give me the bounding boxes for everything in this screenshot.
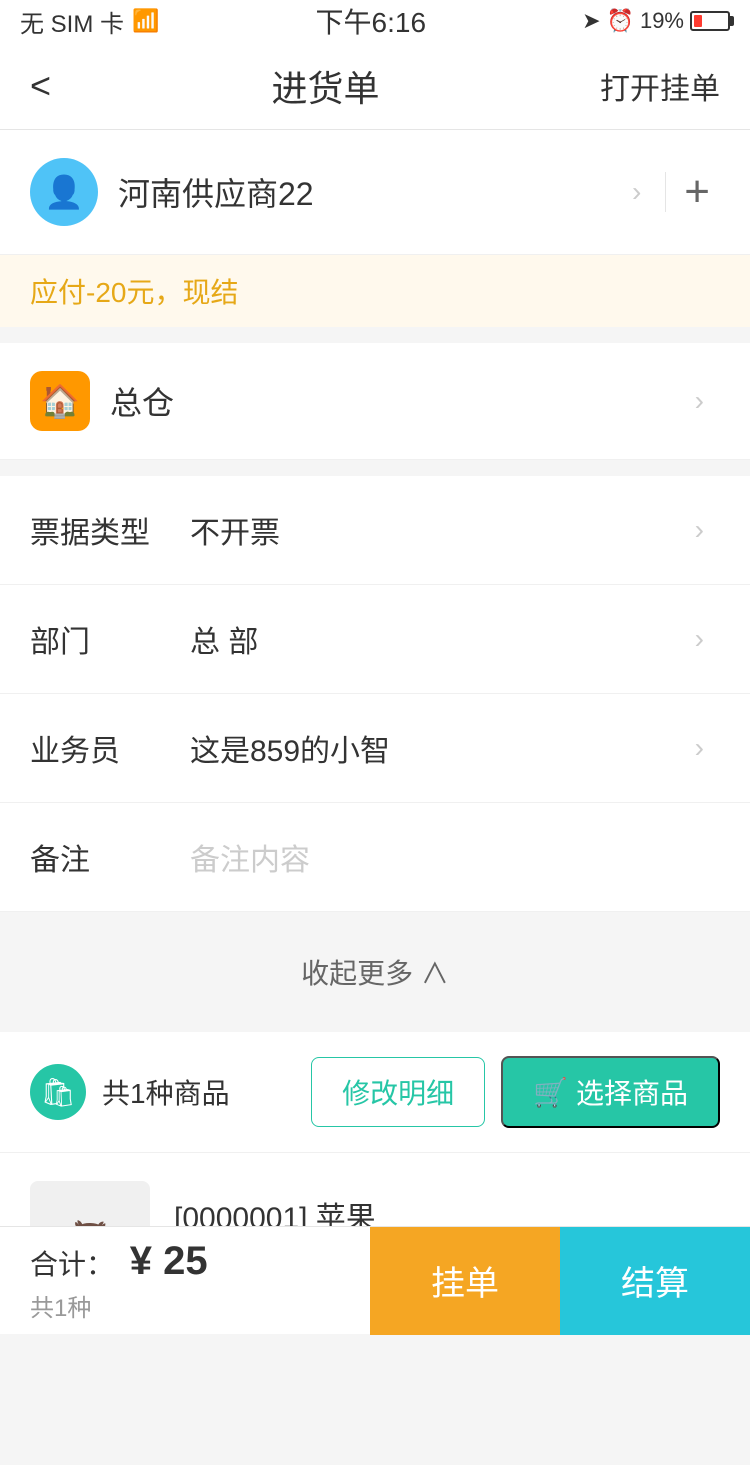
invoice-chevron-icon: › [695, 514, 704, 546]
sales-chevron-icon: › [695, 732, 704, 764]
dept-value: 总 部 [190, 617, 679, 661]
page-title: 进货单 [272, 60, 380, 112]
select-product-button[interactable]: 🛒 选择商品 [501, 1056, 720, 1128]
warehouse-name: 总仓 [110, 378, 679, 424]
product-bag-icon: 🛍 [30, 1064, 86, 1120]
edit-detail-button[interactable]: 修改明细 [311, 1057, 485, 1127]
invoice-label: 票据类型 [30, 508, 190, 552]
supplier-name: 河南供应商22 [118, 169, 616, 215]
total-count: 共1种 [30, 1288, 340, 1323]
form-section: 票据类型 不开票 › 部门 总 部 › 业务员 这是859的小智 › 备注 备注… [0, 476, 750, 912]
remark-input[interactable]: 备注内容 [190, 835, 720, 879]
warehouse-icon: 🏠 [30, 371, 90, 431]
hang-button[interactable]: 挂单 [370, 1227, 560, 1335]
supplier-alert: 应付-20元，现结 [0, 255, 750, 327]
supplier-row[interactable]: 👤 河南供应商22 › + [0, 130, 750, 255]
add-supplier-button[interactable]: + [674, 167, 720, 217]
bottom-spacer [0, 1345, 750, 1465]
sales-label: 业务员 [30, 726, 190, 770]
divider [665, 172, 666, 212]
open-hang-button[interactable]: 打开挂单 [600, 64, 720, 108]
battery-indicator [690, 11, 730, 31]
total-amount: ¥ 25 [130, 1239, 208, 1283]
alarm-icon: ⏰ [607, 8, 634, 34]
sales-row[interactable]: 业务员 这是859的小智 › [0, 694, 750, 803]
location-icon: ➤ [582, 8, 600, 34]
supplier-section: 👤 河南供应商22 › + 应付-20元，现结 [0, 130, 750, 327]
battery-percent: 19% [640, 8, 684, 34]
remark-label: 备注 [30, 835, 190, 879]
dept-label: 部门 [30, 617, 190, 661]
carrier-text: 无 SIM 卡 [20, 4, 124, 39]
invoice-row[interactable]: 票据类型 不开票 › [0, 476, 750, 585]
nav-bar: < 进货单 打开挂单 [0, 42, 750, 130]
cart-icon: 🛒 [533, 1076, 568, 1109]
product-header: 🛍 共1种商品 修改明细 🛒 选择商品 [0, 1032, 750, 1153]
warehouse-section: 🏠 总仓 › [0, 343, 750, 460]
warehouse-chevron-icon: › [695, 385, 704, 417]
total-label: 合计： [30, 1249, 114, 1280]
remark-row[interactable]: 备注 备注内容 [0, 803, 750, 912]
status-left: 无 SIM 卡 📶 [20, 4, 159, 39]
product-count: 共1种商品 [102, 1072, 311, 1112]
checkout-button[interactable]: 结算 [560, 1227, 750, 1335]
avatar-icon: 👤 [44, 173, 84, 211]
bottom-bar: 合计： ¥ 25 共1种 挂单 结算 [0, 1226, 750, 1334]
dept-row[interactable]: 部门 总 部 › [0, 585, 750, 694]
back-button[interactable]: < [30, 65, 51, 107]
battery-fill [694, 15, 702, 27]
status-bar: 无 SIM 卡 📶 下午6:16 ➤ ⏰ 19% [0, 0, 750, 42]
status-right: ➤ ⏰ 19% [582, 8, 730, 34]
select-product-label: 选择商品 [576, 1072, 688, 1112]
supplier-avatar: 👤 [30, 158, 98, 226]
wifi-icon: 📶 [132, 8, 159, 34]
sales-value: 这是859的小智 [190, 726, 679, 770]
invoice-value: 不开票 [190, 508, 679, 552]
collapse-label: 收起更多 ∧ [301, 958, 449, 989]
status-time: 下午6:16 [316, 1, 427, 41]
supplier-chevron-icon: › [632, 176, 641, 208]
collapse-row[interactable]: 收起更多 ∧ [0, 928, 750, 1016]
warehouse-row[interactable]: 🏠 总仓 › [0, 343, 750, 460]
total-section: 合计： ¥ 25 共1种 [0, 1239, 370, 1323]
dept-chevron-icon: › [695, 623, 704, 655]
